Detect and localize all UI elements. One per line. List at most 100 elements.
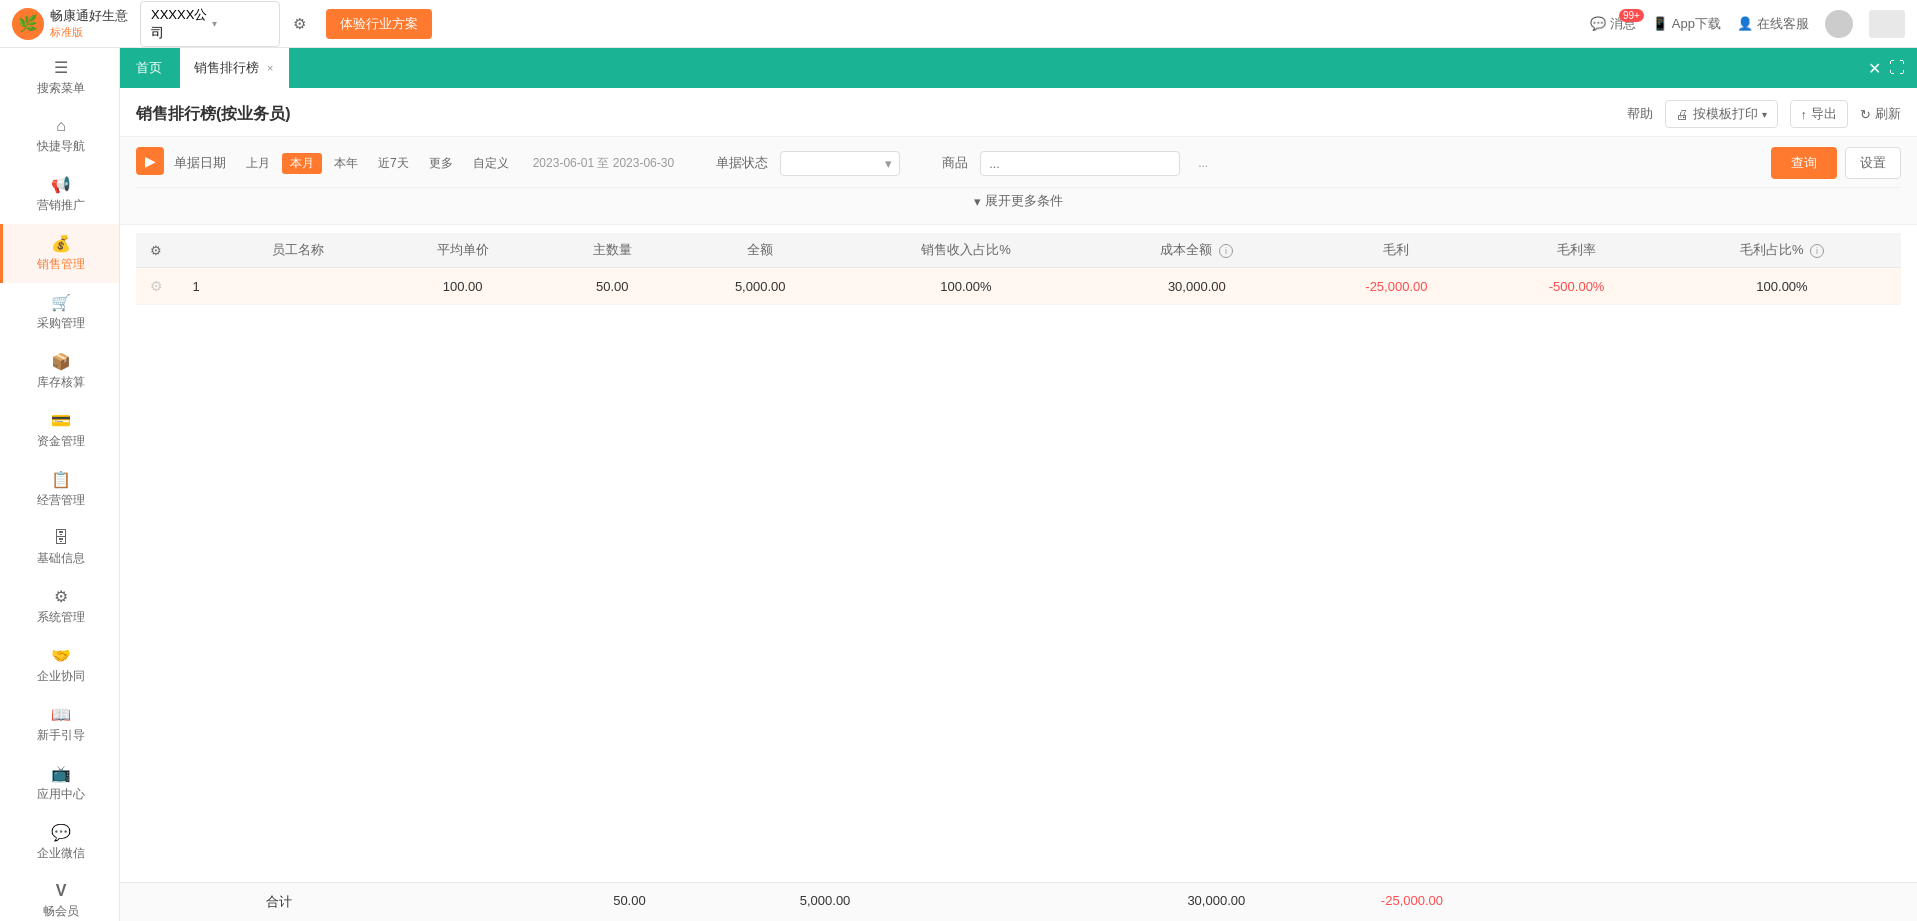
sidebar-item-marketing[interactable]: 📢 营销推广	[0, 165, 119, 224]
cell-gross: -25,000.00	[1303, 268, 1491, 305]
sidebar-item-inventory[interactable]: 📦 库存核算	[0, 342, 119, 401]
date-tab-lastmonth[interactable]: 上月	[238, 153, 278, 174]
online-service-button[interactable]: 👤 在线客服	[1737, 15, 1809, 33]
download-icon: 📱	[1652, 16, 1668, 31]
tab-minimize-icon[interactable]: ✕	[1868, 59, 1881, 78]
app-logo: 🌿 畅康通好生意 标准版	[12, 8, 132, 40]
col-avg-price: 平均单价	[380, 233, 544, 268]
app-download-button[interactable]: 📱 App下载	[1652, 15, 1721, 33]
sidebar-label-appcenter: 应用中心	[37, 786, 85, 803]
ranking-table: ⚙ 员工名称 平均单价 主数量 全额 销售收入占比% 成本全额 i 毛利	[136, 233, 1901, 305]
message-button[interactable]: 💬 消息 99+	[1590, 15, 1636, 33]
page-content: 销售排行榜(按业务员) 帮助 🖨 按模板打印 ▾ ↑ 导出 ↻ 刷新	[120, 88, 1917, 921]
footer-spacer	[136, 893, 216, 911]
top-bar: 🌿 畅康通好生意 标准版 XXXXX公司 ▾ ⚙ 体验行业方案 💬 消息 99+…	[0, 0, 1917, 48]
search-icon: ☰	[54, 58, 68, 77]
sidebar-item-guide[interactable]: 📖 新手引导	[0, 695, 119, 754]
sidebar-item-purchase[interactable]: 🛒 采购管理	[0, 283, 119, 342]
refresh-button[interactable]: ↻ 刷新	[1860, 105, 1901, 123]
online-service-label: 在线客服	[1757, 15, 1809, 33]
sidebar-label-marketing: 营销推广	[37, 197, 85, 214]
tab-close-icon[interactable]: ×	[265, 60, 275, 76]
table-row: ⚙ 1 100.00 50.00 5,000.00 100.00% 30,000…	[136, 268, 1901, 305]
filter-toggle-button[interactable]: ▶	[136, 147, 164, 175]
user-info[interactable]	[1869, 10, 1905, 38]
tab-maximize-icon[interactable]: ⛶	[1889, 59, 1905, 77]
sidebar-item-vip[interactable]: V 畅会员	[0, 872, 119, 921]
company-selector[interactable]: XXXXX公司 ▾	[140, 1, 280, 47]
cell-rank: 1	[176, 268, 216, 305]
message-badge: 99+	[1619, 9, 1644, 22]
appcenter-icon: 📺	[51, 764, 71, 783]
tab-home[interactable]: 首页	[120, 48, 178, 88]
settings-icon-button[interactable]: ⚙	[284, 9, 314, 39]
expand-icon: ▾	[974, 194, 981, 209]
service-icon: 👤	[1737, 16, 1753, 31]
status-select-wrapper	[780, 151, 900, 176]
print-chevron-icon: ▾	[1762, 109, 1767, 120]
chevron-down-icon: ▾	[212, 18, 269, 29]
date-label: 单据日期	[174, 154, 226, 172]
inventory-icon: 📦	[51, 352, 71, 371]
page-header-actions: 帮助 🖨 按模板打印 ▾ ↑ 导出 ↻ 刷新	[1627, 100, 1902, 128]
date-tab-custom[interactable]: 自定义	[465, 153, 517, 174]
sidebar-item-finance[interactable]: 💳 资金管理	[0, 401, 119, 460]
sidebar-item-management[interactable]: 📋 经营管理	[0, 460, 119, 519]
expand-label: 展开更多条件	[985, 192, 1063, 210]
print-button[interactable]: 🖨 按模板打印 ▾	[1665, 100, 1778, 128]
expand-more-button[interactable]: ▾ 展开更多条件	[136, 187, 1901, 214]
date-tab-thismonth[interactable]: 本月	[282, 153, 322, 174]
help-button[interactable]: 帮助	[1627, 105, 1653, 123]
sidebar-label-sales: 销售管理	[37, 256, 85, 273]
col-rank	[176, 233, 216, 268]
row-gear-icon[interactable]: ⚙	[150, 278, 163, 294]
cell-gross-rate: -500.00%	[1490, 268, 1663, 305]
cost-info-icon[interactable]: i	[1219, 244, 1233, 258]
status-select[interactable]	[780, 151, 900, 176]
footer-label: 合计	[216, 893, 336, 911]
footer-amount: 5,000.00	[727, 893, 923, 911]
footer-avg-price	[336, 893, 532, 911]
query-button[interactable]: 查询	[1771, 147, 1837, 179]
footer-gross-pct	[1705, 893, 1901, 911]
goods-label: 商品	[942, 154, 968, 172]
date-tab-more[interactable]: 更多	[421, 153, 461, 174]
trial-button[interactable]: 体验行业方案	[326, 9, 432, 39]
refresh-icon: ↻	[1860, 107, 1871, 122]
sidebar-item-appcenter[interactable]: 📺 应用中心	[0, 754, 119, 813]
export-button[interactable]: ↑ 导出	[1790, 100, 1849, 128]
col-amount: 全额	[680, 233, 841, 268]
management-icon: 📋	[51, 470, 71, 489]
table-header-row: ⚙ 员工名称 平均单价 主数量 全额 销售收入占比% 成本全额 i 毛利	[136, 233, 1901, 268]
gross-pct-info-icon[interactable]: i	[1810, 244, 1824, 258]
sidebar-item-search[interactable]: ☰ 搜索菜单	[0, 48, 119, 107]
main-layout: ☰ 搜索菜单 ⌂ 快捷导航 📢 营销推广 💰 销售管理 🛒 采购管理 📦 库存核…	[0, 48, 1917, 921]
date-tab-7days[interactable]: 近7天	[370, 153, 417, 174]
table-settings-button[interactable]: 设置	[1845, 147, 1901, 179]
footer-cost: 30,000.00	[1119, 893, 1315, 911]
sidebar-item-sales[interactable]: 💰 销售管理	[0, 224, 119, 283]
sidebar-item-wechat[interactable]: 💬 企业微信	[0, 813, 119, 872]
cell-sales-pct: 100.00%	[841, 268, 1091, 305]
sidebar-item-basics[interactable]: 🗄 基础信息	[0, 519, 119, 577]
tab-bar-actions: ✕ ⛶	[1868, 59, 1917, 78]
logo-icon: 🌿	[12, 8, 44, 40]
sidebar-label-wechat: 企业微信	[37, 845, 85, 862]
footer-gross-rate	[1510, 893, 1706, 911]
col-gear-icon[interactable]: ⚙	[150, 243, 162, 258]
table-container: ⚙ 员工名称 平均单价 主数量 全额 销售收入占比% 成本全额 i 毛利	[120, 225, 1917, 882]
collab-icon: 🤝	[51, 646, 71, 665]
col-gross-pct: 毛利占比% i	[1663, 233, 1901, 268]
sidebar-item-collab[interactable]: 🤝 企业协同	[0, 636, 119, 695]
sidebar-label-collab: 企业协同	[37, 668, 85, 685]
sidebar-label-basics: 基础信息	[37, 550, 85, 567]
top-bar-right: 💬 消息 99+ 📱 App下载 👤 在线客服	[1590, 10, 1905, 38]
sidebar-item-system[interactable]: ⚙ 系统管理	[0, 577, 119, 636]
avatar[interactable]	[1825, 10, 1853, 38]
goods-input[interactable]	[980, 151, 1180, 176]
sidebar-item-quicknav[interactable]: ⌂ 快捷导航	[0, 107, 119, 165]
tab-sales-ranking[interactable]: 销售排行榜 ×	[180, 48, 289, 88]
goods-more-button[interactable]: ...	[1192, 154, 1214, 172]
date-tab-thisyear[interactable]: 本年	[326, 153, 366, 174]
sidebar-label-inventory: 库存核算	[37, 374, 85, 391]
